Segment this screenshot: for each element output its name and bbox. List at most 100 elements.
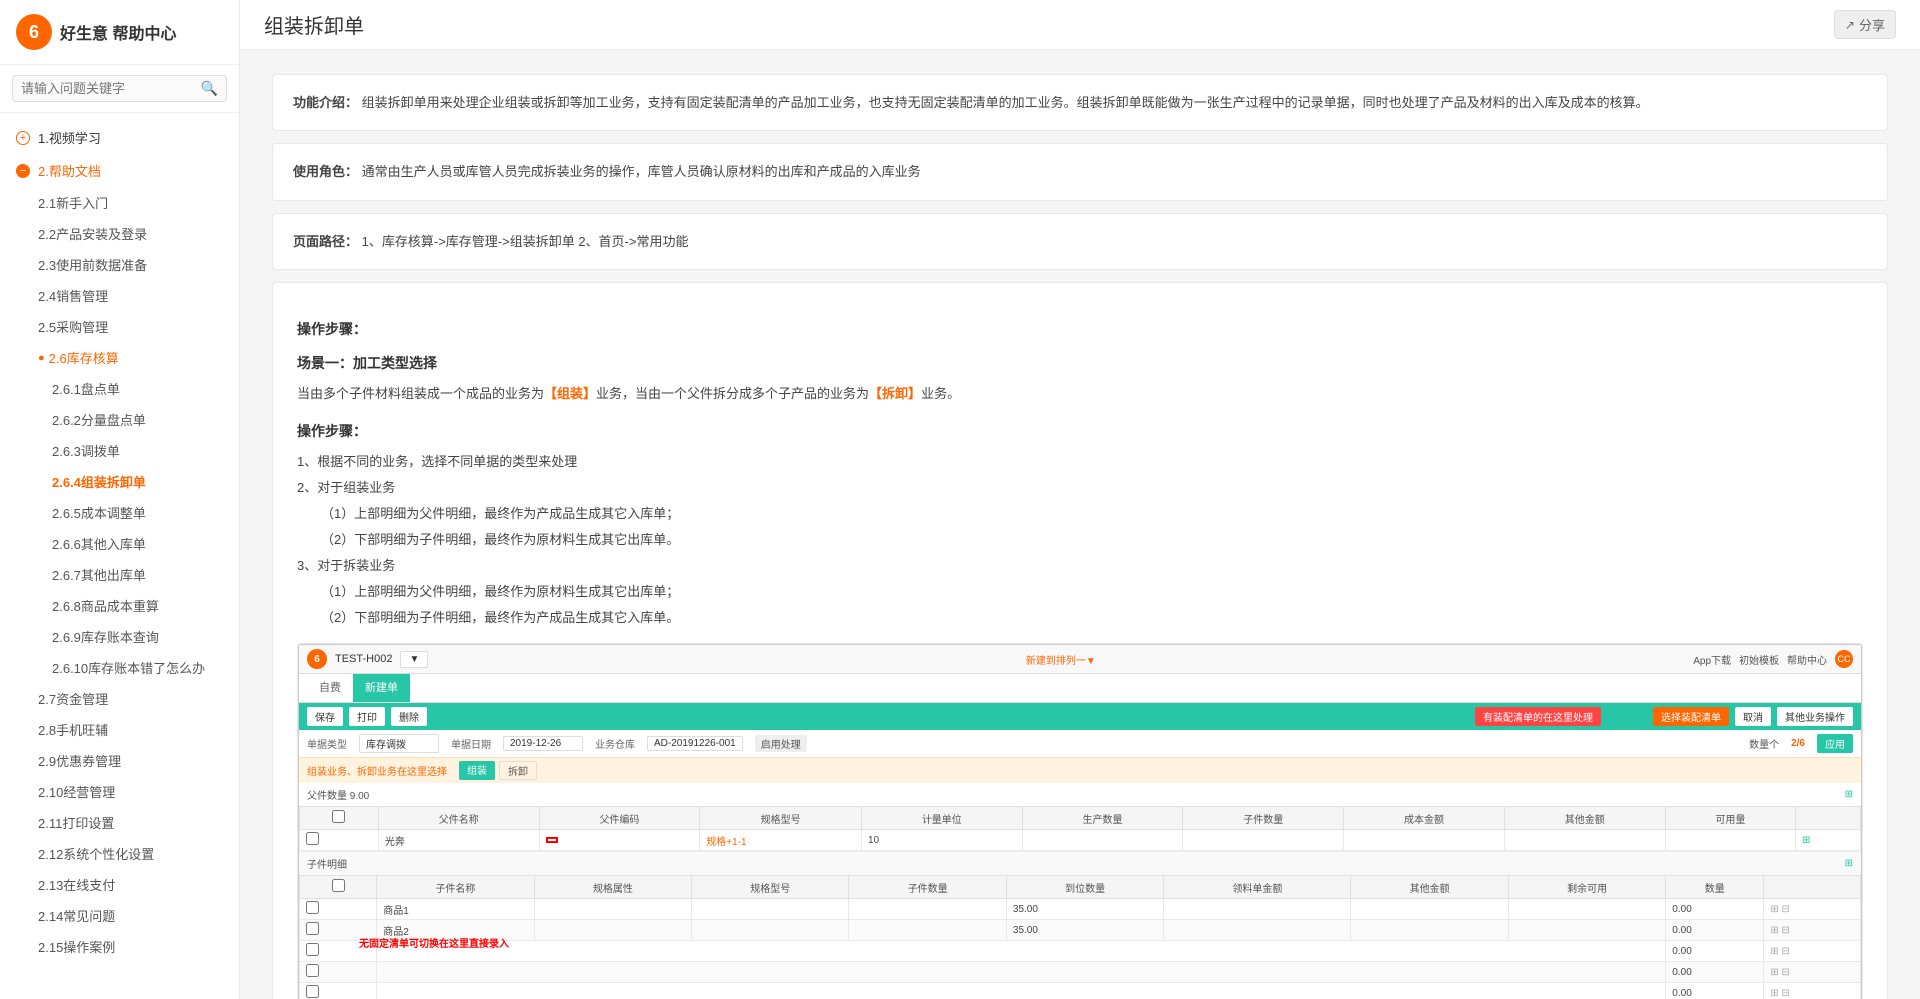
erp-apply-btn[interactable]: 应用 [1817, 734, 1853, 753]
sidebar-item-stock-count[interactable]: 2.6.1盘点单 [0, 373, 239, 404]
col-avail: 可用量 [1665, 807, 1795, 830]
erp-nav-tabs: 自费 新建单 [299, 674, 1861, 703]
ops-3: ⊞ ⊟ [1764, 941, 1861, 962]
sidebar-item-other-inbound[interactable]: 2.6.6其他入库单 [0, 528, 239, 559]
col-spec: 规格型号 [700, 807, 862, 830]
sidebar-item-help-docs[interactable]: − 2.帮助文档 [0, 154, 239, 187]
erp-print-btn[interactable]: 打印 [349, 707, 385, 726]
sidebar-item-operations[interactable]: 2.10经营管理 [0, 776, 239, 807]
scenario1-desc: 当由多个子件材料组装成一个成品的业务为【组装】业务，当由一个父件拆分成多个子产品… [297, 381, 1863, 407]
col-other-amt-l: 其他金额 [1351, 876, 1508, 899]
erp-bom-select-btn[interactable]: 选择装配清单 [1653, 707, 1729, 726]
sidebar: 6 好生意 帮助中心 🔍 + 1.视频学习 − 2.帮助文档 2.1新手入门 2… [0, 0, 240, 999]
sidebar-item-settings[interactable]: 2.12系统个性化设置 [0, 838, 239, 869]
sidebar-item-faq[interactable]: 2.14常见问题 [0, 900, 239, 931]
table-row: 0.00 ⊞ ⊟ [300, 962, 1861, 983]
child-qty-val [1183, 830, 1344, 851]
col-checkbox [300, 807, 379, 830]
select-all-lower[interactable] [332, 879, 345, 892]
date-val: 2019-12-26 [503, 736, 583, 751]
qty-l-5: 0.00 [1666, 983, 1764, 999]
sidebar-item-inventory[interactable]: ● 2.6库存核算 [0, 342, 239, 373]
sidebar-item-mobile[interactable]: 2.8手机旺辅 [0, 714, 239, 745]
row-select[interactable] [306, 832, 319, 845]
sidebar-item-sales[interactable]: 2.4销售管理 [0, 280, 239, 311]
col-ops-l [1764, 876, 1861, 899]
erp-tab-home[interactable]: 自费 [307, 674, 353, 702]
mock-screen: 6 TEST-H002 ▼ 新建到排列一▼ App下载 初始模板 帮助中心 CC [298, 644, 1862, 999]
row-sel-5[interactable] [306, 985, 319, 998]
erp-appdownload: App下载 [1693, 652, 1731, 667]
intro-block: 功能介绍： 组装拆卸单用来处理企业组装或拆卸等加工业务，支持有固定装配清单的产品… [272, 74, 1888, 131]
erp-qty-label: 数量个 [1749, 736, 1779, 751]
erp-expand-icon[interactable]: ⊞ [1845, 789, 1853, 800]
sidebar-item-funds[interactable]: 2.7资金管理 [0, 683, 239, 714]
role-text: 通常由生产人员或库管人员完成拆装业务的操作，库管人员确认原材料的出库和产成品的入… [362, 164, 921, 179]
sidebar-item-install[interactable]: 2.2产品安装及登录 [0, 218, 239, 249]
sidebar-item-new-user[interactable]: 2.1新手入门 [0, 187, 239, 218]
share-icon: ↗ [1845, 18, 1855, 32]
col-unit: 计量单位 [861, 807, 1022, 830]
col-cost-amt: 成本金额 [1344, 807, 1505, 830]
search-input[interactable] [21, 81, 201, 96]
sidebar-item-payment[interactable]: 2.13在线支付 [0, 869, 239, 900]
erp-save-btn[interactable]: 保存 [307, 707, 343, 726]
path-text: 1、库存核算->库存管理->组装拆卸单 2、首页->常用功能 [362, 234, 689, 249]
erp-new-doc-btn[interactable]: 新建到排列一▼ [1026, 652, 1096, 667]
erp-tab-new[interactable]: 新建单 [353, 674, 410, 702]
sidebar-item-print[interactable]: 2.11打印设置 [0, 807, 239, 838]
step2-sub1: （1）上部明细为父件明细，最终作为产成品生成其它入库单； [297, 501, 1863, 527]
warehouse-label: 业务仓库 [595, 736, 635, 751]
table-row: 光奔 规格+1-1 10 [300, 830, 1861, 851]
erp-confirm-btn[interactable]: 其他业务操作 [1777, 707, 1853, 726]
step3-sub2: （2）下部明细为子件明细，最终作为产成品生成其它入库单。 [297, 605, 1863, 631]
erp-helpcenter: 帮助中心 [1787, 652, 1827, 667]
sidebar-item-coupons[interactable]: 2.9优惠券管理 [0, 745, 239, 776]
erp-lower-expand-icon[interactable]: ⊞ [1845, 858, 1853, 869]
avail-val [1665, 830, 1795, 851]
sidebar-item-cost-adjust[interactable]: 2.6.5成本调整单 [0, 497, 239, 528]
role-block: 使用角色： 通常由生产人员或库管人员完成拆装业务的操作，库管人员确认原材料的出库… [272, 143, 1888, 200]
other-amt-val [1504, 830, 1665, 851]
qty-l-3: 0.00 [1666, 941, 1764, 962]
erp-delete-btn[interactable]: 删除 [391, 707, 427, 726]
sidebar-item-stock-ledger[interactable]: 2.6.9库存账本查询 [0, 621, 239, 652]
sidebar-item-partial-count[interactable]: 2.6.2分量盘点单 [0, 404, 239, 435]
erp-window: 6 TEST-H002 ▼ 新建到排列一▼ App下载 初始模板 帮助中心 CC [298, 644, 1862, 999]
sidebar-item-ledger-error[interactable]: 2.6.10库存账本错了怎么办 [0, 652, 239, 683]
share-button[interactable]: ↗ 分享 [1834, 10, 1896, 39]
row-sel-4[interactable] [306, 964, 319, 977]
col-pick-amt: 领料单金额 [1164, 876, 1351, 899]
other-amt-1 [1351, 899, 1508, 920]
erp-template: 初始模板 [1739, 652, 1779, 667]
erp-disassembly-btn[interactable]: 拆卸 [499, 761, 537, 780]
sidebar-item-assembly[interactable]: 2.6.4组装拆卸单 [0, 466, 239, 497]
sidebar-item-data-prep[interactable]: 2.3使用前数据准备 [0, 249, 239, 280]
sidebar-item-transfer[interactable]: 2.6.3调拨单 [0, 435, 239, 466]
erp-other-ops-btn[interactable]: 取消 [1735, 707, 1771, 726]
row-sel-3[interactable] [306, 943, 319, 956]
col-prod-qty: 生产数量 [1022, 807, 1183, 830]
erp-bom-hint[interactable]: 有装配清单的在这里处理 [1475, 707, 1601, 726]
row-sel-2[interactable] [306, 922, 319, 935]
erp-business-selector-hint: 组装业务、拆卸业务在这里选择 组装 拆卸 [299, 757, 1861, 783]
sidebar-item-other-outbound[interactable]: 2.6.7其他出库单 [0, 559, 239, 590]
sidebar-item-cost-recalc[interactable]: 2.6.8商品成本重算 [0, 590, 239, 621]
erp-assembly-btn[interactable]: 组装 [459, 761, 495, 780]
erp-topbar: 6 TEST-H002 ▼ 新建到排列一▼ App下载 初始模板 帮助中心 CC [299, 645, 1861, 674]
qty-l-2: 0.00 [1666, 920, 1764, 941]
select-all-upper[interactable] [332, 810, 345, 823]
row-sel-1[interactable] [306, 901, 319, 914]
col-actions [1796, 807, 1861, 830]
unit-val: 10 [861, 830, 1022, 851]
col-spec-attr: 规格属性 [534, 876, 691, 899]
erp-enable-process[interactable]: 启用处理 [755, 735, 807, 752]
business-hint-text: 组装业务、拆卸业务在这里选择 [307, 763, 447, 778]
col-parent-code: 父件编码 [539, 807, 700, 830]
erp-dropdown[interactable]: ▼ [400, 651, 428, 668]
sidebar-item-videos[interactable]: + 1.视频学习 [0, 121, 239, 154]
sidebar-item-purchase[interactable]: 2.5采购管理 [0, 311, 239, 342]
sidebar-item-cases[interactable]: 2.15操作案例 [0, 931, 239, 962]
search-icon[interactable]: 🔍 [201, 80, 218, 97]
parent-code-highlighted [546, 837, 558, 843]
